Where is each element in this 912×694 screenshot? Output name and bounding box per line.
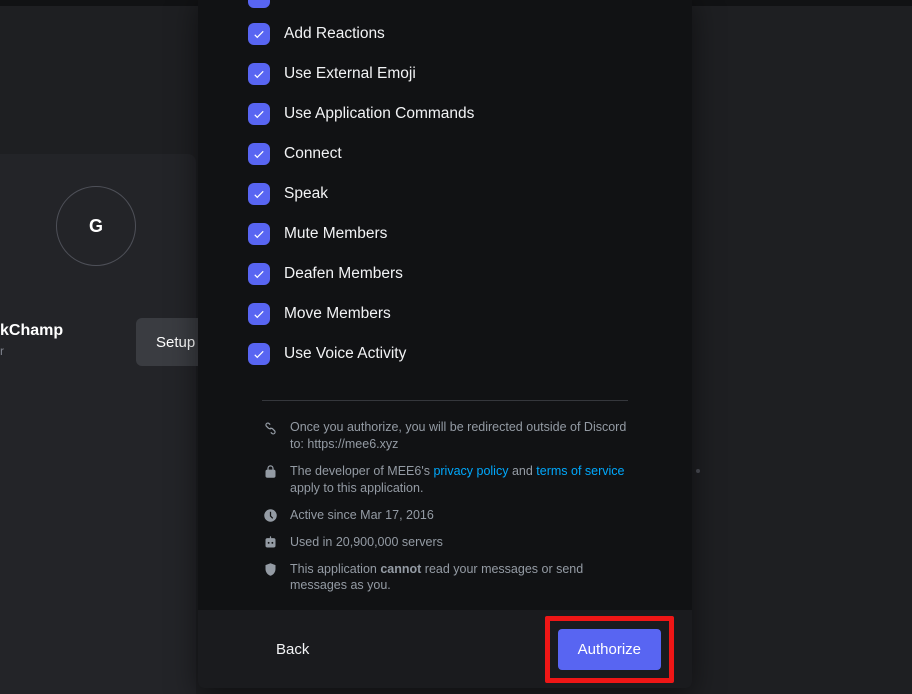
- authorize-highlight: Authorize: [545, 616, 674, 683]
- permission-checkbox[interactable]: [248, 183, 270, 205]
- permission-item[interactable]: Use Voice Activity: [248, 334, 642, 374]
- permission-item[interactable]: Add Reactions: [248, 14, 642, 54]
- permission-checkbox[interactable]: [248, 303, 270, 325]
- terms-of-service-link[interactable]: terms of service: [536, 464, 624, 478]
- modal-footer: Back Authorize: [198, 610, 692, 688]
- permission-checkbox[interactable]: [248, 343, 270, 365]
- permission-label: Add Reactions: [284, 25, 385, 43]
- permission-checkbox[interactable]: [248, 143, 270, 165]
- setup-button-label: Setup: [156, 334, 195, 351]
- permission-checkbox[interactable]: [248, 0, 270, 8]
- privacy-policy-link[interactable]: privacy policy: [433, 464, 508, 478]
- permission-item[interactable]: Use Application Commands: [248, 94, 642, 134]
- permission-label: Deafen Members: [284, 265, 403, 283]
- check-icon: [252, 347, 266, 361]
- permissions-list: Add Reactions Use External Emoji Use App…: [214, 0, 676, 374]
- permission-item[interactable]: Deafen Members: [248, 254, 642, 294]
- check-icon: [252, 307, 266, 321]
- check-icon: [252, 267, 266, 281]
- permission-label: Speak: [284, 185, 328, 203]
- info-used-in: Used in 20,900,000 servers: [262, 534, 628, 551]
- permission-label: Use Application Commands: [284, 105, 474, 123]
- oauth-authorize-modal: Add Reactions Use External Emoji Use App…: [198, 0, 692, 688]
- permission-item[interactable]: Connect: [248, 134, 642, 174]
- info-text: Once you authorize, you will be redirect…: [290, 419, 628, 453]
- permission-item[interactable]: Use External Emoji: [248, 54, 642, 94]
- info-redirect: Once you authorize, you will be redirect…: [262, 419, 628, 453]
- permission-checkbox[interactable]: [248, 103, 270, 125]
- check-icon: [252, 107, 266, 121]
- permission-label: Connect: [284, 145, 342, 163]
- permission-item[interactable]: [248, 0, 642, 8]
- check-icon: [252, 147, 266, 161]
- info-policy-prefix: The developer of MEE6's: [290, 464, 433, 478]
- info-cannot-prefix: This application: [290, 562, 380, 576]
- lock-icon: [262, 464, 278, 480]
- permission-item[interactable]: Mute Members: [248, 214, 642, 254]
- link-icon: [262, 420, 278, 436]
- permission-label: Mute Members: [284, 225, 387, 243]
- info-text: Active since Mar 17, 2016: [290, 507, 434, 524]
- back-button[interactable]: Back: [220, 633, 331, 666]
- check-icon: [252, 67, 266, 81]
- modal-body: Add Reactions Use External Emoji Use App…: [198, 0, 692, 610]
- info-active-since: Active since Mar 17, 2016: [262, 507, 628, 524]
- info-and: and: [508, 464, 536, 478]
- check-icon: [252, 187, 266, 201]
- shield-icon: [262, 562, 278, 578]
- info-text: The developer of MEE6's privacy policy a…: [290, 463, 628, 497]
- info-cannot-read: This application cannot read your messag…: [262, 561, 628, 595]
- info-redirect-url: https://mee6.xyz: [307, 437, 398, 451]
- info-policy: The developer of MEE6's privacy policy a…: [262, 463, 628, 497]
- info-cannot-bold: cannot: [380, 562, 421, 576]
- permission-checkbox[interactable]: [248, 23, 270, 45]
- permission-item[interactable]: Speak: [248, 174, 642, 214]
- permission-checkbox[interactable]: [248, 63, 270, 85]
- permission-checkbox[interactable]: [248, 223, 270, 245]
- permission-item[interactable]: Move Members: [248, 294, 642, 334]
- permission-label: Move Members: [284, 305, 391, 323]
- info-text: This application cannot read your messag…: [290, 561, 628, 595]
- clock-icon: [262, 508, 278, 524]
- check-icon: [252, 27, 266, 41]
- server-avatar: G: [56, 186, 136, 266]
- info-policy-suffix: apply to this application.: [290, 481, 423, 495]
- robot-icon: [262, 535, 278, 551]
- permission-label: Use External Emoji: [284, 65, 416, 83]
- check-icon: [252, 227, 266, 241]
- permission-checkbox[interactable]: [248, 263, 270, 285]
- permission-label: Use Voice Activity: [284, 345, 406, 363]
- info-list: Once you authorize, you will be redirect…: [214, 401, 676, 594]
- right-panel-bg: [700, 6, 912, 694]
- avatar-letter: G: [89, 216, 103, 237]
- info-text: Used in 20,900,000 servers: [290, 534, 443, 551]
- authorize-button[interactable]: Authorize: [558, 629, 661, 670]
